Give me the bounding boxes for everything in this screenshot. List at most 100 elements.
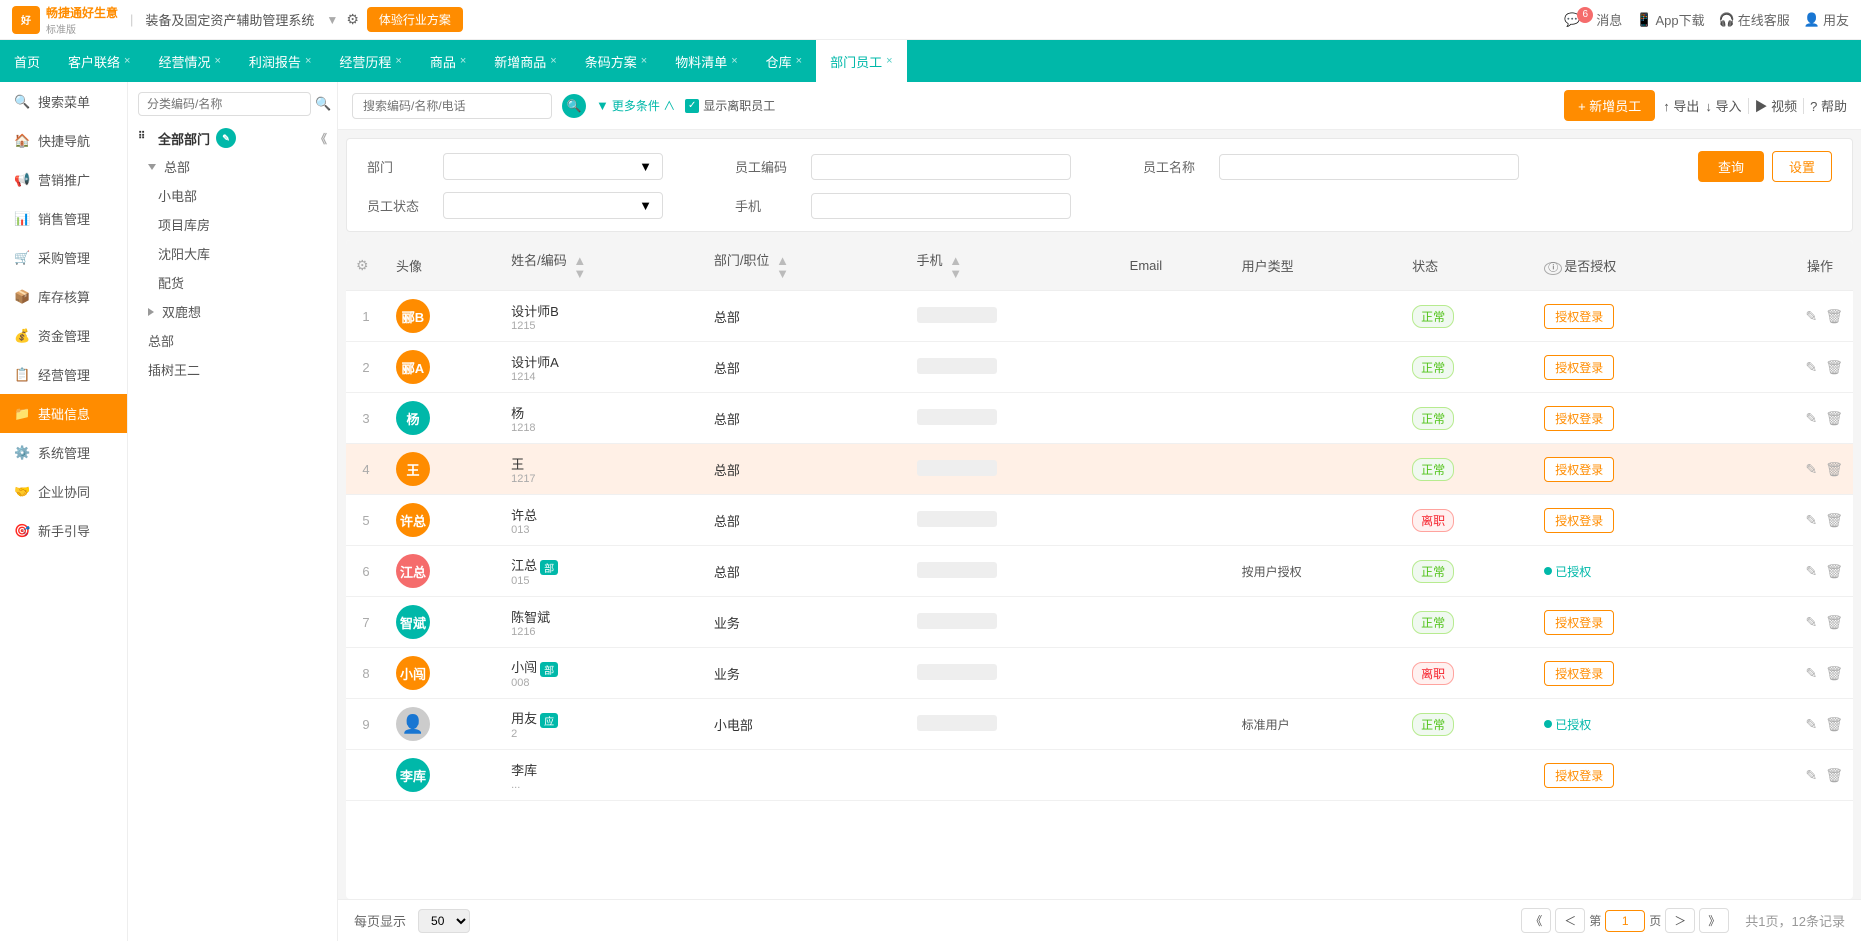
- dept-tree-item-shenyang[interactable]: 沈阳大库: [152, 239, 337, 268]
- sidebar-item-basic-info[interactable]: 📁 基础信息: [0, 394, 127, 433]
- dept-filter-select[interactable]: ▼: [443, 153, 663, 180]
- edit-btn[interactable]: ✎: [1805, 563, 1817, 580]
- service-btn[interactable]: 🎧 在线客服: [1719, 10, 1790, 29]
- delete-btn[interactable]: 🗑: [1825, 410, 1843, 427]
- sidebar-item-purchase[interactable]: 🛒 采购管理: [0, 238, 127, 277]
- dept-search-input[interactable]: [138, 92, 311, 116]
- edit-btn[interactable]: ✎: [1805, 767, 1817, 784]
- nav-tab-customer[interactable]: 客户联络×: [54, 40, 144, 82]
- sidebar-item-quick-nav[interactable]: 🏠 快捷导航: [0, 121, 127, 160]
- nav-tab-goods[interactable]: 商品×: [416, 40, 480, 82]
- dept-collapse-btn[interactable]: 《: [315, 130, 327, 147]
- try-btn[interactable]: 体验行业方案: [367, 7, 463, 32]
- dept-tree-item-head[interactable]: 总部: [138, 152, 337, 181]
- nav-tab-situation[interactable]: 经营情况×: [144, 40, 234, 82]
- delete-btn[interactable]: 🗑: [1825, 359, 1843, 376]
- set-btn[interactable]: 设置: [1772, 151, 1832, 182]
- sidebar-item-guide[interactable]: 🎯 新手引导: [0, 511, 127, 550]
- edit-btn[interactable]: ✎: [1805, 461, 1817, 478]
- close-icon[interactable]: ×: [124, 55, 130, 67]
- auth-btn[interactable]: 授权登录: [1544, 610, 1614, 635]
- auth-btn[interactable]: 授权登录: [1544, 457, 1614, 482]
- phone-filter-input[interactable]: [811, 193, 1071, 219]
- auth-btn[interactable]: 授权登录: [1544, 406, 1614, 431]
- sidebar-item-operation[interactable]: 📋 经营管理: [0, 355, 127, 394]
- dept-tree-item-project[interactable]: 项目库房: [152, 210, 337, 239]
- emp-name-filter-input[interactable]: [1219, 154, 1519, 180]
- auth-btn[interactable]: 授权登录: [1544, 508, 1614, 533]
- nav-tab-warehouse[interactable]: 仓库×: [752, 40, 816, 82]
- close-icon[interactable]: ×: [550, 55, 556, 67]
- nav-tab-barcode[interactable]: 条码方案×: [571, 40, 661, 82]
- sort-icon[interactable]: ▲ ▼: [573, 254, 586, 280]
- nav-tab-bom[interactable]: 物料清单×: [661, 40, 751, 82]
- edit-btn[interactable]: ✎: [1805, 665, 1817, 682]
- edit-btn[interactable]: ✎: [1805, 512, 1817, 529]
- dept-tree-item-chashuwang[interactable]: 插树王二: [138, 355, 337, 384]
- close-icon[interactable]: ×: [214, 55, 220, 67]
- nav-tab-journey[interactable]: 经营历程×: [325, 40, 415, 82]
- delete-btn[interactable]: 🗑: [1825, 563, 1843, 580]
- search-input[interactable]: [352, 93, 552, 119]
- edit-btn[interactable]: ✎: [1805, 308, 1817, 325]
- auth-btn[interactable]: 授权登录: [1544, 304, 1614, 329]
- close-icon[interactable]: ×: [731, 55, 737, 67]
- sidebar-item-sales[interactable]: 📊 销售管理: [0, 199, 127, 238]
- msg-btn[interactable]: 💬 6 消息: [1564, 10, 1622, 29]
- sidebar-item-marketing[interactable]: 📢 营销推广: [0, 160, 127, 199]
- edit-btn[interactable]: ✎: [1805, 359, 1817, 376]
- dept-tree-item-shuanglu[interactable]: 双鹿想: [138, 297, 337, 326]
- video-btn[interactable]: ▶ 视频: [1755, 96, 1798, 115]
- close-icon[interactable]: ×: [886, 55, 892, 67]
- sidebar-item-inventory[interactable]: 📦 库存核算: [0, 277, 127, 316]
- settings-icon[interactable]: ⚙: [356, 257, 369, 273]
- delete-btn[interactable]: 🗑: [1825, 716, 1843, 733]
- delete-btn[interactable]: 🗑: [1825, 308, 1843, 325]
- import-btn[interactable]: ↓ 导入: [1705, 96, 1741, 115]
- sidebar-item-search[interactable]: 🔍 搜索菜单: [0, 82, 127, 121]
- auth-btn[interactable]: 授权登录: [1544, 355, 1614, 380]
- user-btn[interactable]: 👤 用友: [1804, 10, 1849, 29]
- delete-btn[interactable]: 🗑: [1825, 614, 1843, 631]
- edit-btn[interactable]: ✎: [1805, 410, 1817, 427]
- query-btn[interactable]: 查询: [1698, 151, 1764, 182]
- delete-btn[interactable]: 🗑: [1825, 665, 1843, 682]
- emp-code-filter-input[interactable]: [811, 154, 1071, 180]
- close-icon[interactable]: ×: [305, 55, 311, 67]
- dept-tree-item-small-elec[interactable]: 小电部: [152, 181, 337, 210]
- first-page-btn[interactable]: 《: [1521, 908, 1551, 933]
- sidebar-item-collab[interactable]: 🤝 企业协同: [0, 472, 127, 511]
- page-number-input[interactable]: [1605, 910, 1645, 932]
- emp-status-filter-select[interactable]: ▼: [443, 192, 663, 219]
- search-btn[interactable]: 🔍: [562, 94, 586, 118]
- export-btn[interactable]: ↑ 导出: [1663, 96, 1699, 115]
- delete-btn[interactable]: 🗑: [1825, 461, 1843, 478]
- sidebar-item-finance[interactable]: 💰 资金管理: [0, 316, 127, 355]
- show-retired-toggle[interactable]: ✓ 显示离职员工: [685, 97, 775, 114]
- close-icon[interactable]: ×: [460, 55, 466, 67]
- page-size-select[interactable]: 50: [418, 909, 470, 933]
- edit-btn[interactable]: ✎: [1805, 716, 1817, 733]
- dept-edit-icon[interactable]: ✎: [216, 128, 236, 148]
- dept-tree-item-zongbu[interactable]: 总部: [138, 326, 337, 355]
- delete-btn[interactable]: 🗑: [1825, 767, 1843, 784]
- app-download-btn[interactable]: 📱 App下载: [1636, 10, 1704, 29]
- nav-tab-new-goods[interactable]: 新增商品×: [480, 40, 570, 82]
- dept-tree-item-distribution[interactable]: 配货: [152, 268, 337, 297]
- sidebar-item-system[interactable]: ⚙️ 系统管理: [0, 433, 127, 472]
- nav-tab-home[interactable]: 首页: [0, 40, 54, 82]
- auth-btn[interactable]: 授权登录: [1544, 763, 1614, 788]
- close-icon[interactable]: ×: [796, 55, 802, 67]
- last-page-btn[interactable]: 》: [1699, 908, 1729, 933]
- th-gear[interactable]: ⚙: [346, 240, 386, 291]
- delete-btn[interactable]: 🗑: [1825, 512, 1843, 529]
- th-dept[interactable]: 部门/职位 ▲ ▼: [704, 240, 907, 291]
- help-btn[interactable]: ? 帮助: [1810, 96, 1847, 115]
- close-icon[interactable]: ×: [641, 55, 647, 67]
- add-employee-btn[interactable]: + 新增员工: [1564, 90, 1655, 121]
- dept-search-icon[interactable]: 🔍: [315, 96, 331, 112]
- sort-icon3[interactable]: ▲ ▼: [949, 254, 962, 280]
- auth-btn[interactable]: 授权登录: [1544, 661, 1614, 686]
- nav-tab-profit[interactable]: 利润报告×: [235, 40, 325, 82]
- nav-tab-dept-employee[interactable]: 部门员工×: [816, 40, 906, 82]
